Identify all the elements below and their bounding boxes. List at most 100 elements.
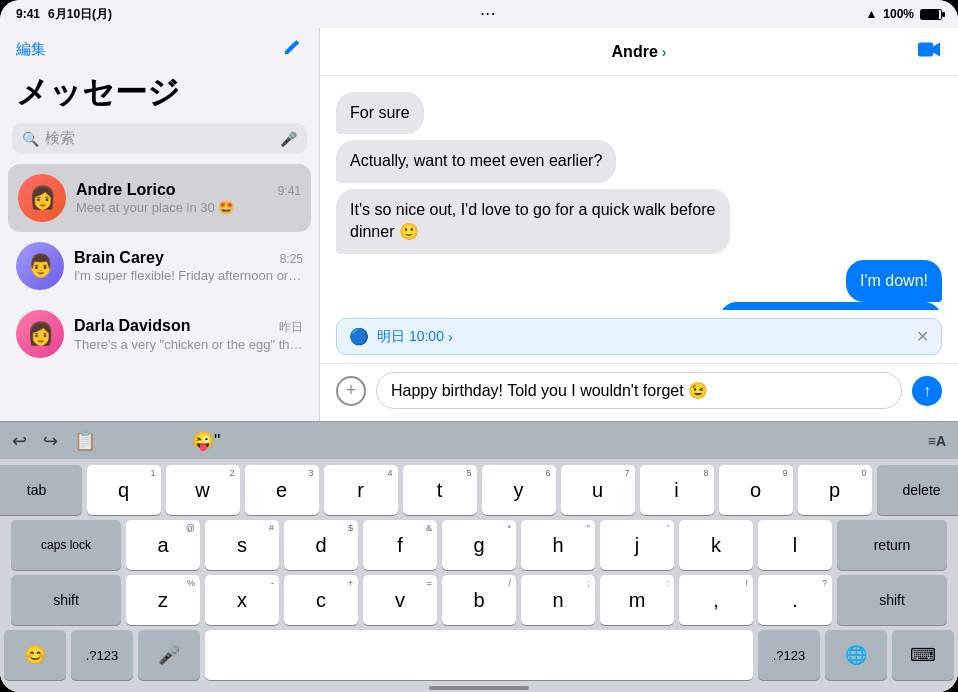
message-3: It's so nice out, I'd love to go for a q… — [336, 189, 730, 254]
key-b[interactable]: /b — [442, 575, 516, 625]
reminder-bar[interactable]: 🔵 明日 10:00 › ✕ — [336, 318, 942, 355]
key-i[interactable]: 8i — [640, 465, 714, 515]
conversation-item-andre[interactable]: 👩 Andre Lorico 9:41 Meet at your place i… — [8, 164, 311, 232]
avatar-darla: 👩 — [16, 310, 64, 358]
key-z[interactable]: %z — [126, 575, 200, 625]
key-o[interactable]: 9o — [719, 465, 793, 515]
key-comma[interactable]: !, — [679, 575, 753, 625]
key-row-2: caps lock @a #s $d &f *g "h 'j k l retur… — [4, 520, 954, 570]
emoji-button[interactable]: 😜" — [192, 430, 220, 452]
wifi-icon: ▲ — [865, 7, 877, 21]
message-4: I'm down! — [846, 260, 942, 302]
status-time: 9:41 — [16, 7, 40, 21]
home-indicator-bar — [0, 684, 958, 692]
conversation-item-brain[interactable]: 👨 Brain Carey 8:25 I'm super flexible! F… — [0, 232, 319, 300]
reminder-close-button[interactable]: ✕ — [916, 327, 929, 346]
conversation-item-darla[interactable]: 👩 Darla Davidson 昨日 There's a very "chic… — [0, 300, 319, 368]
chat-contact[interactable]: Andre › — [612, 43, 667, 61]
key-e[interactable]: 3e — [245, 465, 319, 515]
keyboard-rows: tab 1q 2w 3e 4r 5t 6y 7u 8i 9o 0p delete… — [0, 459, 958, 684]
numeric-key-right[interactable]: .?123 — [758, 630, 820, 680]
numeric-key-left[interactable]: .?123 — [71, 630, 133, 680]
text-style-button[interactable]: ≡A — [928, 433, 946, 449]
tab-key[interactable]: tab — [0, 465, 82, 515]
mic-icon[interactable]: 🎤 — [280, 131, 297, 147]
avatar-brain: 👨 — [16, 242, 64, 290]
key-x[interactable]: -x — [205, 575, 279, 625]
chevron-icon: › — [662, 44, 667, 60]
key-period[interactable]: ?. — [758, 575, 832, 625]
key-j[interactable]: 'j — [600, 520, 674, 570]
key-n[interactable]: ;n — [521, 575, 595, 625]
key-d[interactable]: $d — [284, 520, 358, 570]
mic-key[interactable]: 🎤 — [138, 630, 200, 680]
message-5: Meet at your place in 30 🤩 — [719, 302, 942, 310]
add-button[interactable]: + — [336, 376, 366, 406]
conv-preview-andre: Meet at your place in 30 🤩 — [76, 200, 301, 215]
key-w[interactable]: 2w — [166, 465, 240, 515]
conv-preview-darla: There's a very "chicken or the egg" thin… — [74, 337, 303, 352]
key-row-3: shift %z -x +c =v /b ;n :m !, ?. shift — [4, 575, 954, 625]
key-k[interactable]: k — [679, 520, 753, 570]
key-s[interactable]: #s — [205, 520, 279, 570]
key-y[interactable]: 6y — [482, 465, 556, 515]
message-input[interactable]: Happy birthday! Told you I wouldn't forg… — [376, 372, 902, 409]
undo-button[interactable]: ↩ — [12, 430, 27, 452]
key-r[interactable]: 4r — [324, 465, 398, 515]
key-q[interactable]: 1q — [87, 465, 161, 515]
search-icon: 🔍 — [22, 131, 39, 147]
space-key[interactable] — [205, 630, 753, 680]
message-1: For sure — [336, 92, 424, 134]
key-a[interactable]: @a — [126, 520, 200, 570]
conv-name-darla: Darla Davidson — [74, 317, 190, 335]
message-2: Actually, want to meet even earlier? — [336, 140, 616, 182]
key-l[interactable]: l — [758, 520, 832, 570]
keyboard-dismiss-key[interactable]: ⌨ — [892, 630, 954, 680]
key-row-1: tab 1q 2w 3e 4r 5t 6y 7u 8i 9o 0p delete — [4, 465, 954, 515]
home-indicator — [429, 686, 529, 690]
delete-key[interactable]: delete — [877, 465, 959, 515]
key-p[interactable]: 0p — [798, 465, 872, 515]
outgoing-group: I'm down! Meet at your place in 30 🤩 配信済… — [336, 260, 942, 310]
chat-header: Andre › — [320, 28, 958, 76]
input-area: + Happy birthday! Told you I wouldn't fo… — [320, 363, 958, 421]
key-f[interactable]: &f — [363, 520, 437, 570]
capslock-key[interactable]: caps lock — [11, 520, 121, 570]
avatar-andre: 👩 — [18, 174, 66, 222]
clipboard-button[interactable]: 📋 — [74, 430, 96, 452]
status-bar: 9:41 6月10日(月) ··· ▲ 100% — [0, 0, 958, 28]
redo-button[interactable]: ↪ — [43, 430, 58, 452]
reminder-time: 明日 10:00 › — [377, 328, 453, 346]
chat-area: Andre › For sure Actually, want to meet … — [320, 28, 958, 421]
key-t[interactable]: 5t — [403, 465, 477, 515]
messages-container: For sure Actually, want to meet even ear… — [320, 76, 958, 310]
keyboard-area: ↩ ↪ 📋 😜" ≡A tab 1q 2w 3e 4r 5t 6y 7u 8i … — [0, 421, 958, 692]
key-g[interactable]: *g — [442, 520, 516, 570]
conv-time-darla: 昨日 — [279, 319, 303, 336]
emoji-picker-key[interactable]: 😊 — [4, 630, 66, 680]
key-row-4: 😊 .?123 🎤 .?123 🌐 ⌨ — [4, 630, 954, 680]
key-u[interactable]: 7u — [561, 465, 635, 515]
key-h[interactable]: "h — [521, 520, 595, 570]
shift-left-key[interactable]: shift — [11, 575, 121, 625]
sidebar: 編集 メッセージ 🔍 検索 🎤 👩 An — [0, 28, 320, 421]
key-v[interactable]: =v — [363, 575, 437, 625]
return-key[interactable]: return — [837, 520, 947, 570]
key-c[interactable]: +c — [284, 575, 358, 625]
globe-key[interactable]: 🌐 — [825, 630, 887, 680]
conv-time-brain: 8:25 — [280, 252, 303, 266]
battery-icon — [920, 9, 942, 20]
key-m[interactable]: :m — [600, 575, 674, 625]
battery-label: 100% — [883, 7, 914, 21]
send-button[interactable]: ↑ — [912, 376, 942, 406]
search-input[interactable]: 検索 — [45, 129, 274, 148]
status-dots: ··· — [481, 7, 497, 21]
app-title: メッセージ — [0, 67, 319, 123]
conversation-list: 👩 Andre Lorico 9:41 Meet at your place i… — [0, 164, 319, 421]
compose-button[interactable] — [281, 36, 303, 63]
conv-preview-brain: I'm super flexible! Friday afternoon or … — [74, 268, 303, 283]
search-bar[interactable]: 🔍 検索 🎤 — [12, 123, 307, 154]
shift-right-key[interactable]: shift — [837, 575, 947, 625]
video-call-button[interactable] — [918, 40, 942, 63]
edit-button[interactable]: 編集 — [16, 40, 46, 59]
